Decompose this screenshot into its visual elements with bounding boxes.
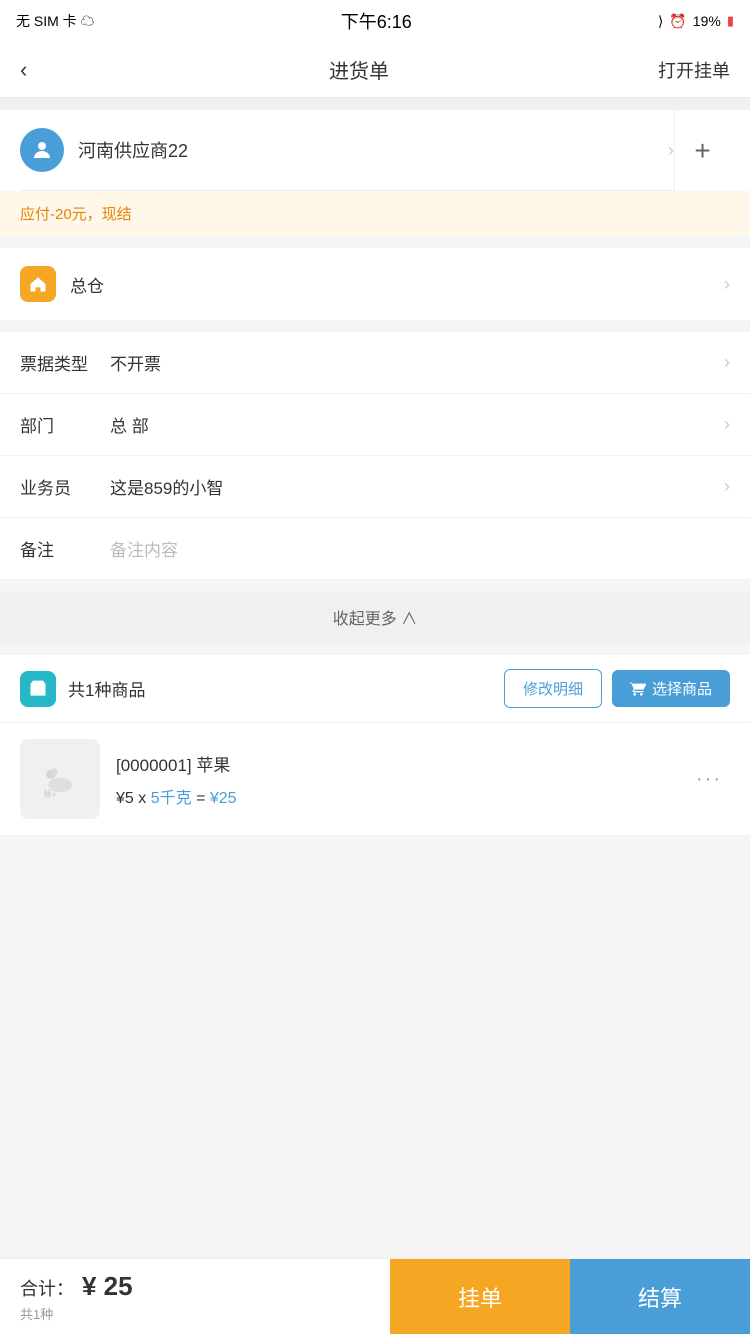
location-icon: ⟩: [658, 13, 663, 30]
nav-bar: ‹ 进货单 打开挂单: [0, 42, 750, 98]
supplier-section: 河南供应商22 › +: [0, 110, 750, 191]
supplier-avatar: [20, 128, 64, 172]
alarm-icon: ⏰: [669, 13, 686, 30]
battery-level: 19%: [693, 13, 721, 29]
salesperson-row[interactable]: 业务员 这是859的小智 ›: [0, 456, 750, 518]
collapse-toggle[interactable]: 收起更多 ∧: [0, 591, 750, 643]
chevron-right-icon: ›: [724, 274, 730, 295]
battery-icon: ▮: [727, 13, 734, 29]
page-title: 进货单: [329, 55, 389, 84]
invoice-type-value: 不开票: [110, 350, 724, 375]
status-bar: 无 SIM 卡 ☁ 下午6:16 ⟩ ⏰ 19% ▮: [0, 0, 750, 42]
salesperson-value: 这是859的小智: [110, 474, 724, 499]
status-time: 下午6:16: [341, 8, 412, 34]
chevron-right-icon: ›: [724, 414, 730, 435]
department-value: 总 部: [110, 412, 724, 437]
product-title: 苹果: [196, 756, 230, 775]
chevron-right-icon: ›: [724, 352, 730, 373]
select-product-label: 选择商品: [652, 678, 712, 699]
invoice-type-row[interactable]: 票据类型 不开票 ›: [0, 332, 750, 394]
edit-detail-button[interactable]: 修改明细: [504, 669, 602, 708]
warehouse-icon-bg: [20, 266, 56, 302]
add-supplier-button[interactable]: +: [674, 110, 730, 191]
product-image-placeholder: 替+: [36, 755, 84, 803]
remark-value: 备注内容: [110, 536, 730, 561]
product-quantity: 5千克: [151, 790, 192, 807]
salesperson-label: 业务员: [20, 474, 110, 499]
product-item: 替+ [0000001] 苹果 ¥5 x 5千克 = ¥25 ···: [0, 723, 750, 835]
product-name: [0000001] 苹果: [116, 751, 688, 776]
product-count: 共1种商品: [68, 676, 504, 701]
supplier-selector[interactable]: 河南供应商22 ›: [20, 110, 674, 191]
product-multiply: x: [138, 790, 150, 807]
bottom-spacer: [0, 835, 750, 915]
department-label: 部门: [20, 412, 110, 437]
shopping-bag-icon: [28, 679, 48, 699]
remark-label: 备注: [20, 536, 110, 561]
hold-order-button[interactable]: 挂单: [390, 1259, 570, 1334]
cart-icon: [630, 681, 646, 697]
status-left: 无 SIM 卡 ☁: [16, 11, 95, 31]
product-price-row: ¥5 x 5千克 = ¥25: [116, 784, 688, 808]
back-button[interactable]: ‹: [20, 57, 60, 83]
person-icon: [30, 138, 54, 162]
svg-text:替+: 替+: [43, 789, 56, 799]
product-section: 共1种商品 修改明细 选择商品 替+ [0000001] 苹果 ¥5: [0, 655, 750, 835]
chevron-right-icon: ›: [724, 476, 730, 497]
warehouse-selector[interactable]: 总仓 ›: [0, 248, 750, 320]
form-section: 票据类型 不开票 › 部门 总 部 › 业务员 这是859的小智 › 备注 备注…: [0, 332, 750, 579]
product-info: [0000001] 苹果 ¥5 x 5千克 = ¥25: [116, 751, 688, 808]
house-icon: [28, 274, 48, 294]
footer: 合计： ¥ 25 共1种 挂单 结算: [0, 1258, 750, 1334]
product-total: ¥25: [210, 790, 237, 807]
total-amount: ¥ 25: [82, 1271, 133, 1302]
checkout-button[interactable]: 结算: [570, 1259, 750, 1334]
status-right: ⟩ ⏰ 19% ▮: [658, 13, 734, 30]
warehouse-name: 总仓: [70, 272, 724, 297]
product-icon-bg: [20, 671, 56, 707]
remark-row[interactable]: 备注 备注内容: [0, 518, 750, 579]
warehouse-section: 总仓 ›: [0, 248, 750, 320]
footer-count: 共1种: [20, 1304, 370, 1323]
footer-summary: 合计： ¥ 25 共1种: [0, 1271, 390, 1323]
select-product-button[interactable]: 选择商品: [612, 670, 730, 707]
product-more-button[interactable]: ···: [688, 760, 730, 799]
divider-top: [0, 98, 750, 110]
department-row[interactable]: 部门 总 部 ›: [0, 394, 750, 456]
open-hold-button[interactable]: 打开挂单: [658, 57, 730, 83]
product-unit-price: ¥5: [116, 790, 134, 807]
invoice-type-label: 票据类型: [20, 350, 110, 375]
product-header: 共1种商品 修改明细 选择商品: [0, 655, 750, 723]
info-banner: 应付-20元，现结: [0, 191, 750, 236]
footer-total: 合计： ¥ 25: [20, 1271, 370, 1302]
supplier-name: 河南供应商22: [78, 137, 668, 163]
product-thumbnail: 替+: [20, 739, 100, 819]
product-id: [0000001]: [116, 756, 192, 775]
product-equals: =: [196, 790, 210, 807]
total-label: 合计：: [20, 1275, 74, 1301]
